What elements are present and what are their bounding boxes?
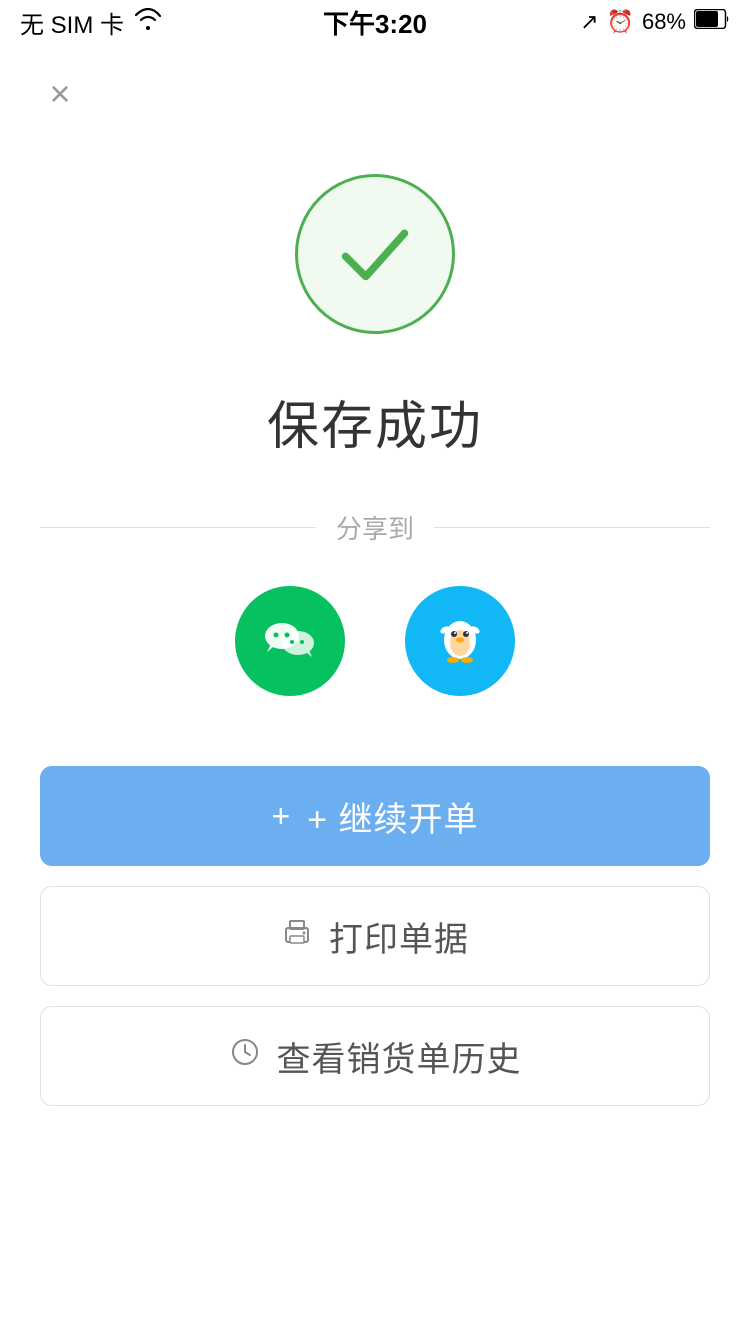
success-title: 保存成功	[267, 384, 483, 459]
close-button[interactable]: ×	[30, 64, 90, 124]
location-icon: ↗	[580, 9, 598, 35]
continue-button[interactable]: + + 继续开单	[40, 766, 710, 866]
checkmark-icon	[335, 224, 415, 284]
alarm-icon: ⏰	[607, 9, 634, 35]
divider-line-right	[434, 527, 710, 528]
main-content: 保存成功 分享到	[0, 144, 750, 1334]
share-label: 分享到	[336, 509, 414, 546]
status-right: ↗ ⏰ 68%	[580, 9, 730, 35]
close-icon: ×	[49, 76, 70, 112]
plus-icon: +	[272, 798, 292, 835]
battery-icon	[694, 9, 730, 35]
qq-share-button[interactable]	[405, 586, 515, 696]
print-icon	[281, 916, 313, 956]
sim-status: 无 SIM 卡	[20, 5, 124, 40]
history-icon	[229, 1036, 261, 1076]
success-circle	[295, 174, 455, 334]
history-label: 查看销货单历史	[277, 1032, 522, 1081]
status-left: 无 SIM 卡	[20, 5, 162, 40]
wifi-icon	[134, 8, 162, 37]
wechat-share-button[interactable]	[235, 586, 345, 696]
qq-icon	[429, 610, 491, 672]
print-button[interactable]: 打印单据	[40, 886, 710, 986]
divider-line-left	[40, 527, 316, 528]
share-icons-row	[235, 586, 515, 696]
wechat-icon	[259, 610, 321, 672]
battery-percent: 68%	[642, 9, 686, 35]
status-time: 下午3:20	[323, 4, 427, 41]
share-divider: 分享到	[40, 509, 710, 546]
continue-label: + 继续开单	[307, 792, 478, 841]
print-label: 打印单据	[329, 912, 469, 961]
action-buttons: + + 继续开单 打印单据 查看销货单历	[40, 766, 710, 1106]
history-button[interactable]: 查看销货单历史	[40, 1006, 710, 1106]
status-bar: 无 SIM 卡 下午3:20 ↗ ⏰ 68%	[0, 0, 750, 44]
